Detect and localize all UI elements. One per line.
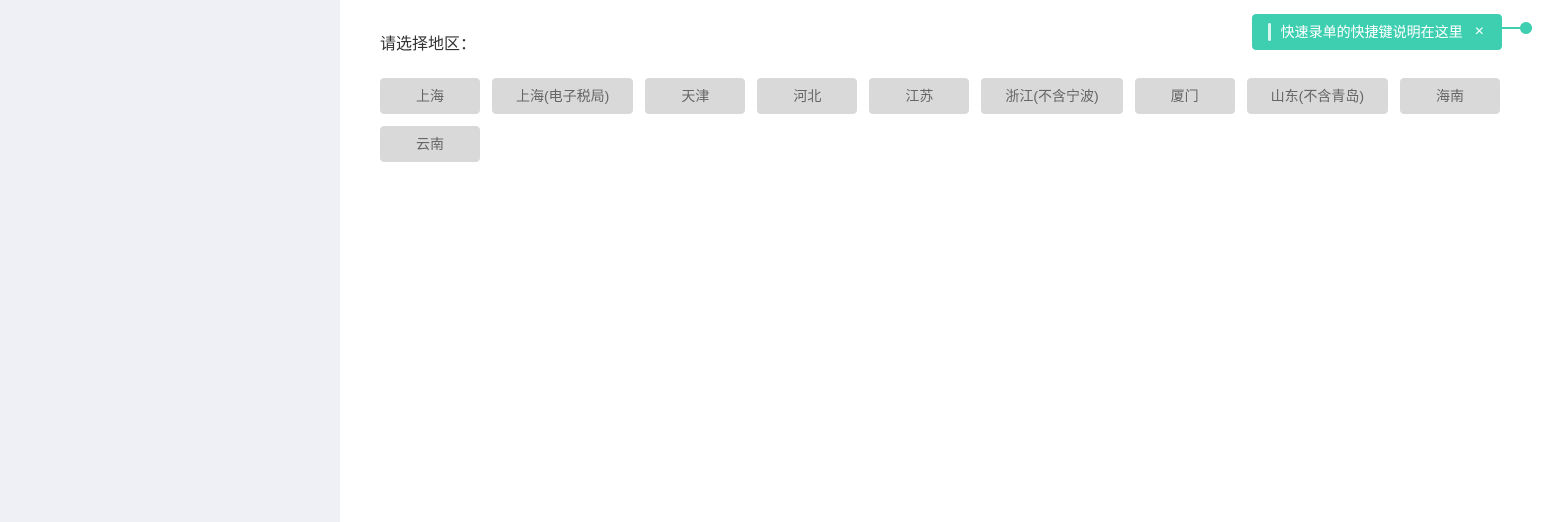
main-content: 请选择地区： 上海上海(电子税局)天津河北江苏浙江(不含宁波)厦门山东(不含青岛… <box>340 0 1562 522</box>
region-button-hainan[interactable]: 海南 <box>1400 78 1500 114</box>
region-button-tianjin[interactable]: 天津 <box>645 78 745 114</box>
tooltip-close-button[interactable]: × <box>1473 24 1486 40</box>
region-button-zhejiang[interactable]: 浙江(不含宁波) <box>981 78 1122 114</box>
region-button-hebei[interactable]: 河北 <box>757 78 857 114</box>
region-button-xiamen[interactable]: 厦门 <box>1135 78 1235 114</box>
region-button-yunnan[interactable]: 云南 <box>380 126 480 162</box>
tooltip-text: 快速录单的快捷键说明在这里 <box>1281 22 1463 42</box>
left-sidebar <box>0 0 340 522</box>
bar-icon <box>1268 23 1271 41</box>
tooltip-dot <box>1520 22 1532 34</box>
region-button-shanghai-etax[interactable]: 上海(电子税局) <box>492 78 633 114</box>
region-buttons: 上海上海(电子税局) 天津河北江苏浙江(不含宁波) 厦门山东(不含青岛) 海南云南 <box>380 78 1522 162</box>
region-button-shandong[interactable]: 山东(不含青岛) <box>1247 78 1388 114</box>
tooltip-bar: 快速录单的快捷键说明在这里 × <box>1252 14 1502 50</box>
region-button-jiangsu[interactable]: 江苏 <box>869 78 969 114</box>
region-button-shanghai[interactable]: 上海 <box>380 78 480 114</box>
tooltip-line <box>1500 27 1520 29</box>
